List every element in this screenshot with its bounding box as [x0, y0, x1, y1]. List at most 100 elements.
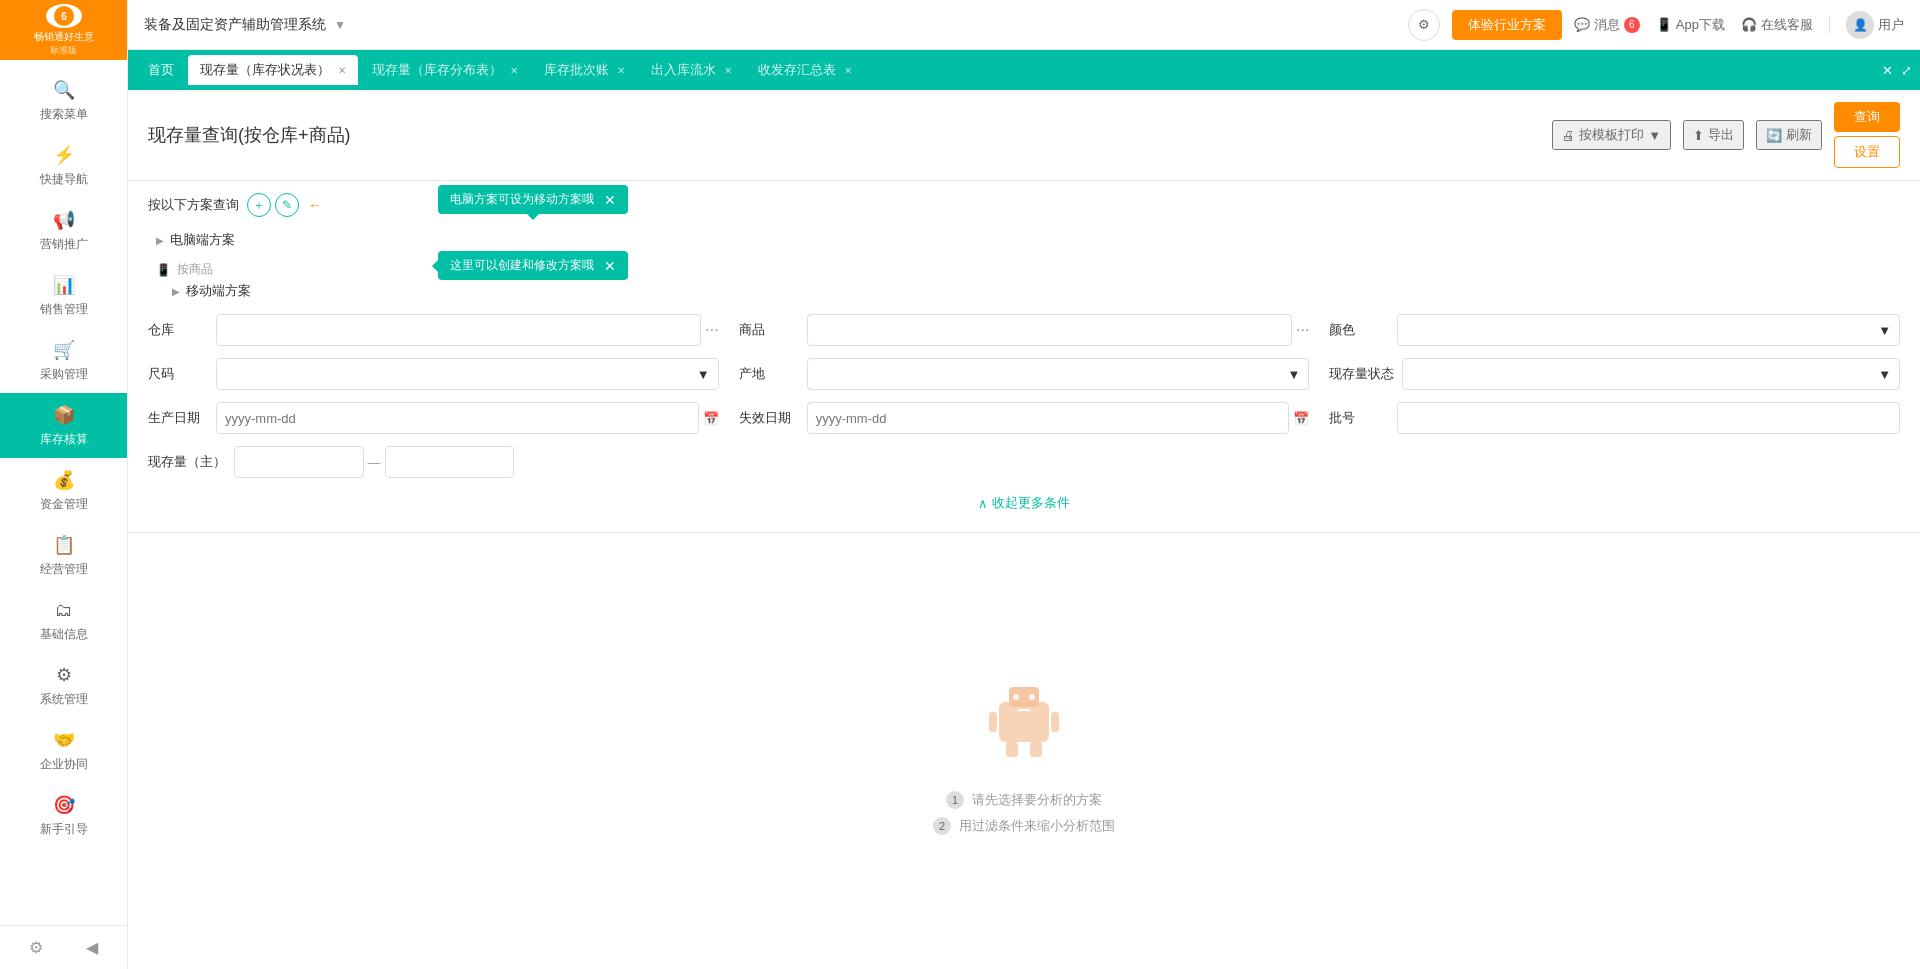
product-label: 商品 [739, 321, 799, 339]
tab-in-out-flow[interactable]: 出入库流水 ✕ [639, 55, 744, 85]
sidebar-label-search: 搜索菜单 [40, 106, 88, 123]
enterprise-icon: 🤝 [52, 728, 76, 752]
print-button[interactable]: 🖨 按模板打印 ▼ [1552, 120, 1671, 150]
svg-rect-8 [1051, 712, 1059, 732]
online-service-button[interactable]: 🎧 在线客服 [1741, 16, 1813, 34]
header-divider [1829, 17, 1830, 33]
filter-fields: 仓库 ··· 商品 [148, 314, 1900, 478]
add-scheme-button[interactable]: ＋ [247, 193, 271, 217]
gear-button[interactable]: ⚙ [1408, 9, 1440, 41]
svg-rect-9 [1006, 742, 1018, 757]
tooltip2-close[interactable]: ✕ [604, 258, 616, 274]
production-date-calendar-icon[interactable]: 📅 [703, 411, 719, 426]
tab-label-inventory-dist: 现存量（库存分布表） [372, 61, 502, 79]
filter-label: 按以下方案查询 [148, 196, 239, 214]
sidebar-item-sales[interactable]: 📊 销售管理 [0, 263, 127, 328]
collapse-sidebar-icon[interactable]: ◀ [86, 938, 98, 957]
svg-rect-10 [1030, 742, 1042, 757]
inventory-main-min-input[interactable] [234, 446, 364, 478]
tab-close-batch-ledger[interactable]: ✕ [617, 65, 625, 76]
tab-close-all-icon[interactable]: ✕ [1882, 63, 1893, 78]
tab-maximize-icon[interactable]: ⤢ [1901, 63, 1912, 78]
sidebar-item-enterprise[interactable]: 🤝 企业协同 [0, 718, 127, 783]
edit-scheme-button[interactable]: ✎ [275, 193, 299, 217]
tooltip-scheme-mobile: 电脑方案可设为移动方案哦 ✕ [438, 185, 628, 214]
phone-icon: 📱 [1656, 17, 1672, 32]
inventory-status-select[interactable]: ▼ [1402, 358, 1900, 390]
svg-point-4 [1013, 694, 1019, 700]
sidebar-item-purchase[interactable]: 🛒 采购管理 [0, 328, 127, 393]
expiry-date-input[interactable] [807, 402, 1290, 434]
sidebar-item-search[interactable]: 🔍 搜索菜单 [0, 68, 127, 133]
search-icon: 🔍 [52, 78, 76, 102]
origin-select[interactable]: ▼ [807, 358, 1310, 390]
scheme-arrow-button[interactable]: ← [303, 193, 327, 217]
filter-color: 颜色 ▼ [1329, 314, 1900, 346]
tab-close-collection-summary[interactable]: ✕ [844, 65, 852, 76]
query-button[interactable]: 查询 [1834, 102, 1900, 132]
setup-button[interactable]: 设置 [1834, 136, 1900, 168]
scheme-mobile-tree: 📱 按商品 ▶ 移动端方案 [156, 259, 1900, 302]
sidebar-item-marketing[interactable]: 📢 营销推广 [0, 198, 127, 263]
scheme-desktop[interactable]: ▶ 电脑端方案 [156, 229, 1900, 251]
inventory-main-max-input[interactable] [385, 446, 515, 478]
product-more-icon[interactable]: ··· [1296, 321, 1309, 339]
tab-home[interactable]: 首页 [136, 55, 186, 85]
production-date-label: 生产日期 [148, 409, 208, 427]
filter-row-2: 尺码 ▼ 产地 ▼ [148, 358, 1900, 390]
main-content: 装备及固定资产辅助管理系统 ▼ ⚙ 体验行业方案 💬 消息 6 📱 App下载 … [128, 0, 1920, 969]
tab-close-inventory-dist[interactable]: ✕ [510, 65, 518, 76]
size-select[interactable]: ▼ [216, 358, 719, 390]
tab-inventory-status[interactable]: 现存量（库存状况表）✕ [188, 55, 358, 85]
scheme-mobile[interactable]: ▶ 移动端方案 [172, 280, 1900, 302]
sidebar-item-inventory[interactable]: 📦 库存核算 [0, 393, 127, 458]
tab-collection-summary[interactable]: 收发存汇总表✕ [746, 55, 864, 85]
app-name: 畅销通好生意 [34, 30, 94, 44]
tab-bar: 首页现存量（库存状况表）✕现存量（库存分布表）✕库存批次账✕出入库流水✕收发存汇… [128, 50, 1920, 90]
tooltip1-close[interactable]: ✕ [604, 192, 616, 208]
sidebar-item-guide[interactable]: 🎯 新手引导 [0, 783, 127, 848]
collapse-button[interactable]: ∧ 收起更多条件 [148, 486, 1900, 520]
expiry-date-label: 失效日期 [739, 409, 799, 427]
filter-row-1: 仓库 ··· 商品 [148, 314, 1900, 346]
sidebar: 6 畅销通好生意 标准版 🔍 搜索菜单 ⚡ 快捷导航 📢 营销推广 📊 销售管理… [0, 0, 128, 969]
settings-icon[interactable]: ⚙ [29, 938, 43, 957]
tooltip-scheme-create: 这里可以创建和修改方案哦 ✕ [438, 251, 628, 280]
print-dropdown-arrow: ▼ [1648, 128, 1661, 143]
svg-point-5 [1029, 694, 1035, 700]
tip-1-num: 1 [946, 791, 964, 809]
guide-icon: 🎯 [52, 793, 76, 817]
industry-button[interactable]: 体验行业方案 [1452, 10, 1562, 40]
sidebar-item-finance[interactable]: 💰 资金管理 [0, 458, 127, 523]
filter-size: 尺码 ▼ [148, 358, 719, 390]
sidebar-item-basic[interactable]: 🗂 基础信息 [0, 588, 127, 653]
tab-close-in-out-flow[interactable]: ✕ [724, 65, 732, 76]
message-button[interactable]: 💬 消息 6 [1574, 16, 1640, 34]
production-date-input[interactable] [216, 402, 699, 434]
app-download-button[interactable]: 📱 App下载 [1656, 16, 1725, 34]
expiry-date-input-wrap: 📅 [807, 402, 1310, 434]
tab-batch-ledger[interactable]: 库存批次账✕ [532, 55, 637, 85]
sidebar-item-operations[interactable]: 📋 经营管理 [0, 523, 127, 588]
sidebar-item-system[interactable]: ⚙ 系统管理 [0, 653, 127, 718]
app-logo: 6 畅销通好生意 标准版 [0, 0, 127, 60]
origin-label: 产地 [739, 365, 799, 383]
range-separator: — [368, 455, 381, 470]
warehouse-select[interactable] [216, 314, 701, 346]
product-select[interactable] [807, 314, 1292, 346]
system-dropdown-arrow[interactable]: ▼ [334, 18, 346, 32]
warehouse-more-icon[interactable]: ··· [705, 321, 718, 339]
sidebar-item-quick[interactable]: ⚡ 快捷导航 [0, 133, 127, 198]
batch-no-input[interactable] [1397, 402, 1900, 434]
empty-tip-1: 1 请先选择要分析的方案 [946, 791, 1102, 809]
expiry-date-calendar-icon[interactable]: 📅 [1293, 411, 1309, 426]
refresh-button[interactable]: 🔄 刷新 [1756, 120, 1822, 150]
user-menu[interactable]: 👤 用户 [1846, 11, 1904, 39]
tab-label-in-out-flow: 出入库流水 [651, 61, 716, 79]
color-select[interactable]: ▼ [1397, 314, 1900, 346]
tab-inventory-dist[interactable]: 现存量（库存分布表） ✕ [360, 55, 530, 85]
svg-rect-2 [999, 702, 1049, 742]
collapse-icon: ∧ [978, 496, 988, 511]
export-button[interactable]: ⬆ 导出 [1683, 120, 1744, 150]
tab-close-inventory-status[interactable]: ✕ [338, 65, 346, 76]
